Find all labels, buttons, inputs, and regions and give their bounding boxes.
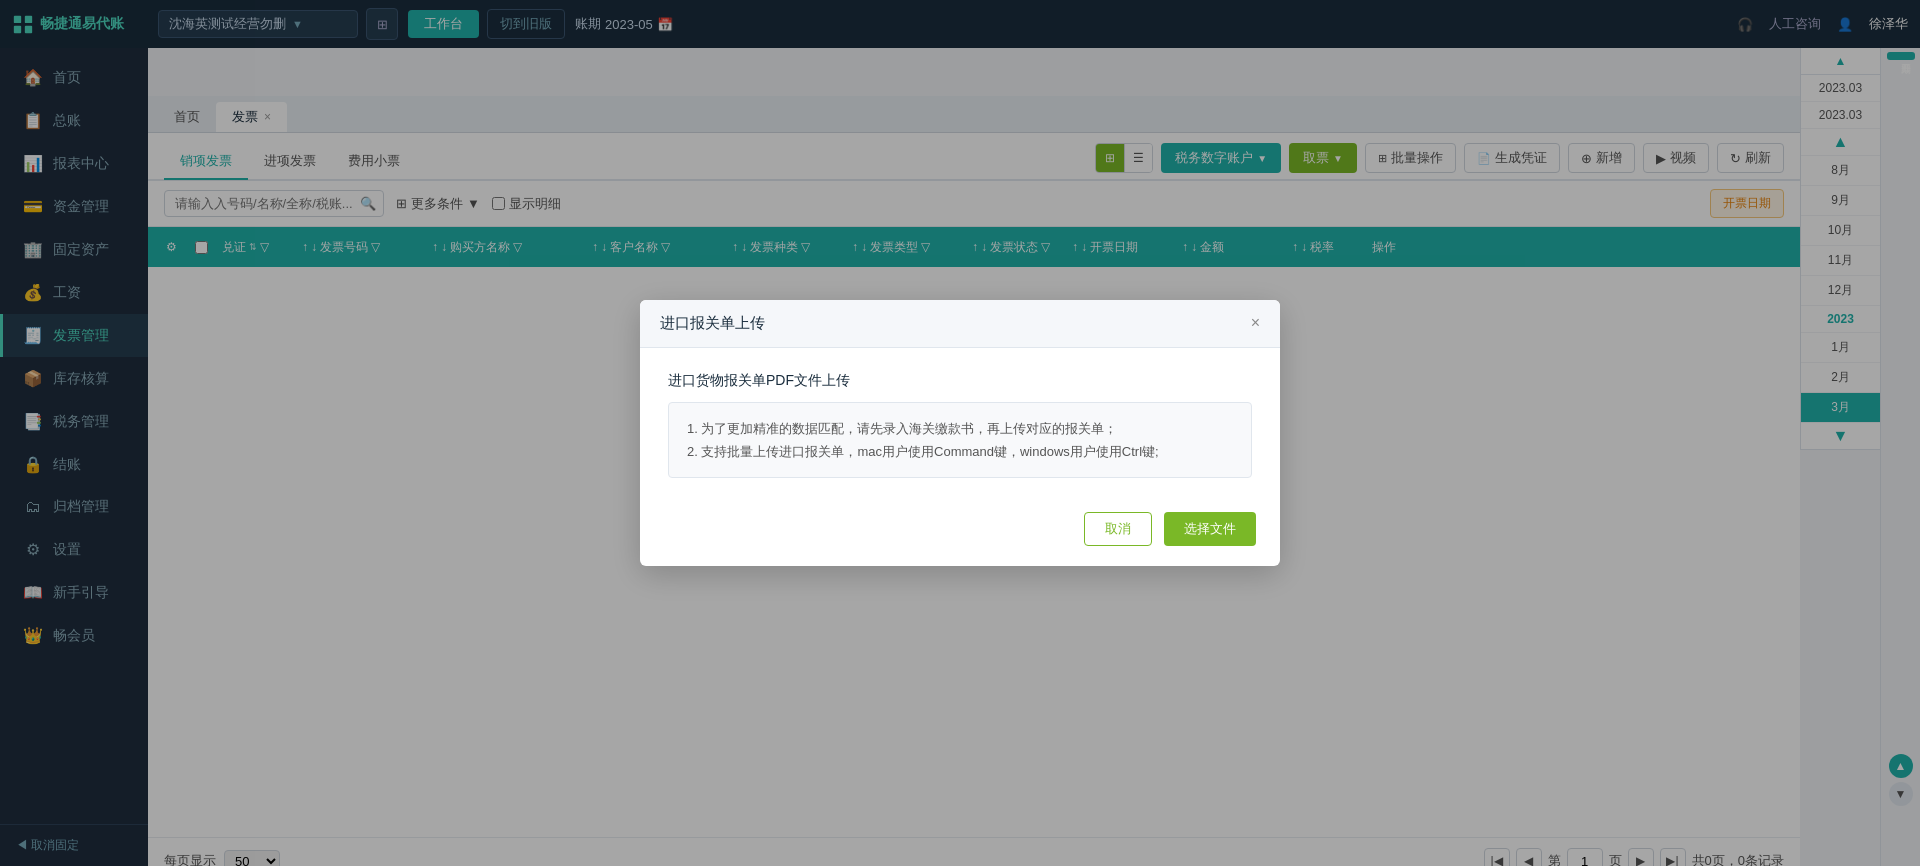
modal-section-title: 进口货物报关单PDF文件上传	[668, 372, 1252, 390]
modal-overlay: 进口报关单上传 × 进口货物报关单PDF文件上传 1. 为了更加精准的数据匹配，…	[0, 0, 1920, 866]
modal-cancel-button[interactable]: 取消	[1084, 512, 1152, 546]
modal-title: 进口报关单上传	[660, 314, 765, 333]
modal-notice-line-2: 2. 支持批量上传进口报关单，mac用户使用Command键，windows用户…	[687, 440, 1233, 463]
modal-notice-line-1: 1. 为了更加精准的数据匹配，请先录入海关缴款书，再上传对应的报关单；	[687, 417, 1233, 440]
modal-select-file-button[interactable]: 选择文件	[1164, 512, 1256, 546]
modal-notice: 1. 为了更加精准的数据匹配，请先录入海关缴款书，再上传对应的报关单； 2. 支…	[668, 402, 1252, 479]
modal-footer: 取消 选择文件	[640, 498, 1280, 566]
import-customs-modal: 进口报关单上传 × 进口货物报关单PDF文件上传 1. 为了更加精准的数据匹配，…	[640, 300, 1280, 567]
modal-close-button[interactable]: ×	[1251, 314, 1260, 332]
modal-header: 进口报关单上传 ×	[640, 300, 1280, 348]
modal-body: 进口货物报关单PDF文件上传 1. 为了更加精准的数据匹配，请先录入海关缴款书，…	[640, 348, 1280, 499]
